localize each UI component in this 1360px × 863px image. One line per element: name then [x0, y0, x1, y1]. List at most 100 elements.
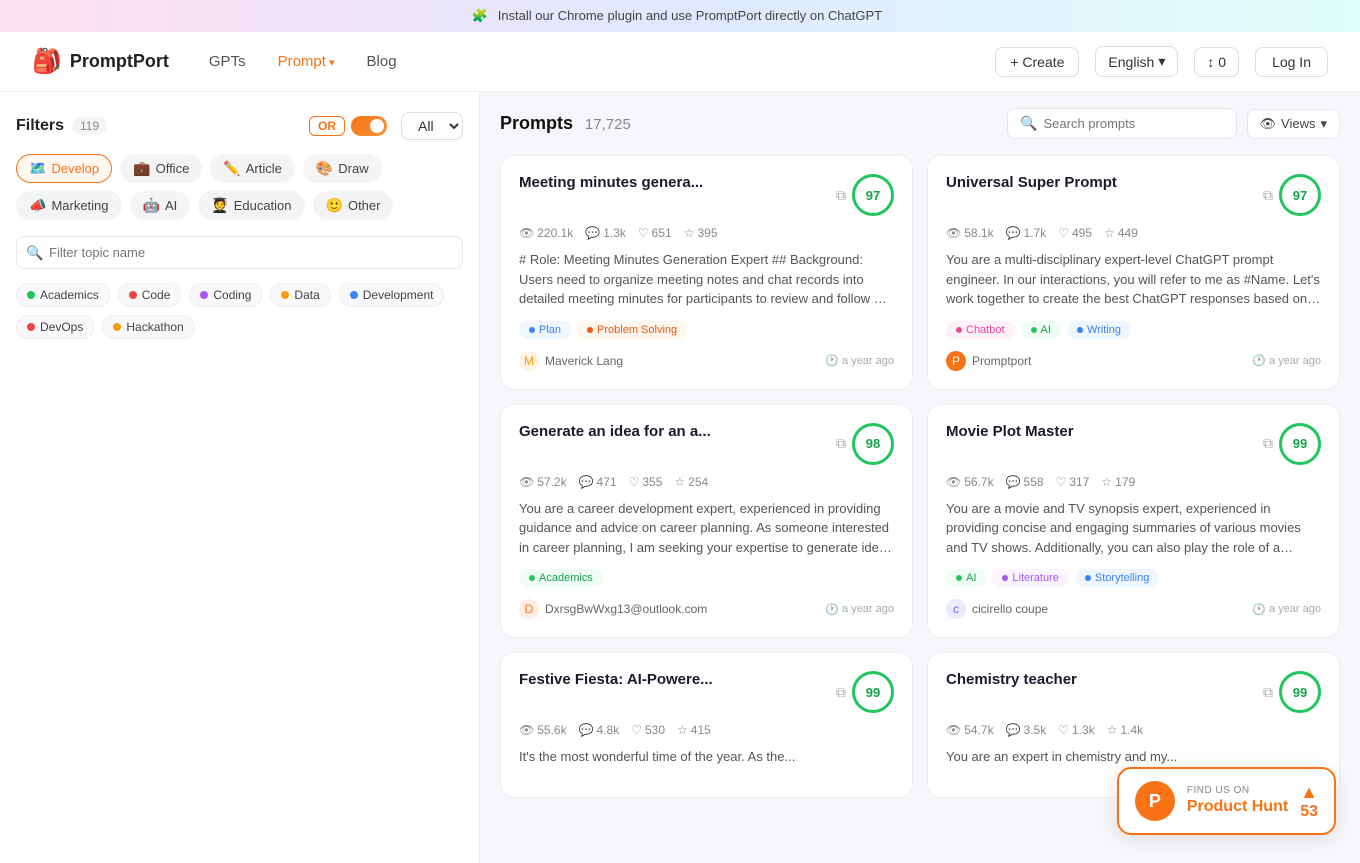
- ph-name: Product Hunt: [1187, 797, 1288, 818]
- or-toggle-switch[interactable]: [351, 116, 387, 136]
- card-tag-problem-solving[interactable]: Problem Solving: [577, 321, 687, 339]
- score-badge-2: 97: [1279, 174, 1321, 216]
- card-tag-ai[interactable]: AI: [1021, 321, 1061, 339]
- views-arrow-icon: ▾: [1320, 116, 1327, 132]
- topic-filter-input[interactable]: [16, 236, 463, 269]
- views-stat-1: 👁220.1k: [519, 226, 573, 240]
- topic-tag-data[interactable]: Data: [270, 283, 330, 307]
- card-tags-4: AI Literature Storytelling: [946, 569, 1321, 587]
- stars-stat-2: ☆449: [1104, 226, 1138, 240]
- topic-tag-code[interactable]: Code: [118, 283, 182, 307]
- copy-icon-2[interactable]: ⧉: [1263, 187, 1273, 204]
- filter-search-icon: 🔍: [26, 244, 43, 261]
- card-body-3: You are a career development expert, exp…: [519, 499, 894, 558]
- coding-dot: [200, 291, 208, 299]
- topic-tag-hackathon[interactable]: Hackathon: [102, 315, 194, 339]
- login-button[interactable]: Log In: [1255, 47, 1328, 77]
- author-avatar-1: M: [519, 351, 539, 371]
- score-badge-3: 98: [852, 423, 894, 465]
- comments-stat-5: 💬4.8k: [579, 723, 620, 737]
- card-title-6: Chemistry teacher: [946, 671, 1263, 688]
- score-badge-5: 99: [852, 671, 894, 713]
- card-top-4: Movie Plot Master ⧉ 99: [946, 423, 1321, 465]
- card-icons-1: ⧉ 97: [836, 174, 894, 216]
- topic-tag-devops[interactable]: DevOps: [16, 315, 94, 339]
- card-body-6: You are an expert in chemistry and my...: [946, 747, 1321, 767]
- search-icon: 🔍: [1020, 115, 1037, 132]
- copy-icon-5[interactable]: ⧉: [836, 684, 846, 701]
- topic-filter: 🔍: [16, 236, 463, 269]
- views-button[interactable]: 👁 Views ▾: [1247, 109, 1341, 139]
- card-time-2: 🕐 a year ago: [1252, 354, 1321, 367]
- data-dot: [281, 291, 289, 299]
- category-pill-develop[interactable]: 🗺️ Develop: [16, 154, 112, 183]
- prompt-card-5[interactable]: Festive Fiesta: AI-Powere... ⧉ 99 👁55.6k…: [500, 652, 913, 798]
- category-pill-article[interactable]: ✏️ Article: [210, 154, 295, 183]
- comments-stat-6: 💬3.5k: [1006, 723, 1047, 737]
- card-tag-storytelling[interactable]: Storytelling: [1075, 569, 1159, 587]
- topic-tag-development[interactable]: Development: [339, 283, 445, 307]
- logo-icon: 🎒: [32, 47, 62, 76]
- language-selector[interactable]: English ▾: [1095, 46, 1178, 77]
- likes-stat-6: ♡1.3k: [1058, 723, 1094, 737]
- copy-icon-1[interactable]: ⧉: [836, 187, 846, 204]
- card-icons-3: ⧉ 98: [836, 423, 894, 465]
- card-top-5: Festive Fiesta: AI-Powere... ⧉ 99: [519, 671, 894, 713]
- all-select[interactable]: All: [401, 112, 463, 140]
- card-tag-chatbot[interactable]: Chatbot: [946, 321, 1015, 339]
- card-tag-writing[interactable]: Writing: [1067, 321, 1131, 339]
- card-author-2: P Promptport: [946, 351, 1031, 371]
- copy-icon-4[interactable]: ⧉: [1263, 435, 1273, 452]
- card-stats-5: 👁55.6k 💬4.8k ♡530 ☆415: [519, 723, 894, 737]
- card-tag-literature[interactable]: Literature: [992, 569, 1068, 587]
- search-views: 🔍 👁 Views ▾: [1007, 108, 1340, 139]
- nav-prompt[interactable]: Prompt: [278, 49, 335, 74]
- filters-header: Filters 119 OR All: [16, 112, 463, 140]
- category-pills: 🗺️ Develop 💼 Office ✏️ Article 🎨 Draw 📣 …: [16, 154, 463, 220]
- copy-icon-6[interactable]: ⧉: [1263, 684, 1273, 701]
- topic-tag-coding[interactable]: Coding: [189, 283, 262, 307]
- top-banner: 🧩 Install our Chrome plugin and use Prom…: [0, 0, 1360, 32]
- prompt-card-1[interactable]: Meeting minutes genera... ⧉ 97 👁220.1k 💬…: [500, 155, 913, 390]
- ph-score-value: 53: [1300, 803, 1318, 821]
- card-time-1: 🕐 a year ago: [825, 354, 894, 367]
- ph-score: ▲ 53: [1300, 782, 1318, 821]
- category-pill-draw[interactable]: 🎨 Draw: [303, 154, 382, 183]
- content-area: Prompts 17,725 🔍 👁 Views ▾ Meeti: [480, 92, 1360, 863]
- score-badge-4: 99: [1279, 423, 1321, 465]
- nav-blog[interactable]: Blog: [367, 49, 397, 74]
- stars-stat-1: ☆395: [684, 226, 718, 240]
- card-title-3: Generate an idea for an a...: [519, 423, 836, 440]
- card-tag-plan[interactable]: Plan: [519, 321, 571, 339]
- search-input[interactable]: [1044, 116, 1224, 131]
- logo[interactable]: 🎒 PromptPort: [32, 47, 169, 76]
- card-tags-3: Academics: [519, 569, 894, 587]
- likes-stat-3: ♡355: [629, 475, 663, 489]
- card-stats-1: 👁220.1k 💬1.3k ♡651 ☆395: [519, 226, 894, 240]
- category-pill-other[interactable]: 🙂 Other: [313, 191, 394, 220]
- prompt-card-4[interactable]: Movie Plot Master ⧉ 99 👁56.7k 💬558 ♡317 …: [927, 404, 1340, 639]
- category-pill-ai[interactable]: 🤖 AI: [130, 191, 191, 220]
- copy-icon-3[interactable]: ⧉: [836, 435, 846, 452]
- prompt-card-2[interactable]: Universal Super Prompt ⧉ 97 👁58.1k 💬1.7k…: [927, 155, 1340, 390]
- category-pill-marketing[interactable]: 📣 Marketing: [16, 191, 122, 220]
- card-footer-1: M Maverick Lang 🕐 a year ago: [519, 351, 894, 371]
- notifications-button[interactable]: ↕ 0: [1194, 47, 1239, 77]
- category-pill-education[interactable]: 🧑‍🎓 Education: [198, 191, 304, 220]
- product-hunt-banner[interactable]: P FIND US ON Product Hunt ▲ 53: [1117, 767, 1336, 835]
- card-body-5: It's the most wonderful time of the year…: [519, 747, 894, 767]
- topic-tag-academics[interactable]: Academics: [16, 283, 110, 307]
- card-stats-3: 👁57.2k 💬471 ♡355 ☆254: [519, 475, 894, 489]
- card-tags-1: Plan Problem Solving: [519, 321, 894, 339]
- search-box: 🔍: [1007, 108, 1236, 139]
- topic-tags: Academics Code Coding Data Development D…: [16, 283, 463, 339]
- banner-icon: 🧩: [472, 8, 488, 23]
- category-pill-office[interactable]: 💼 Office: [120, 154, 202, 183]
- prompt-card-3[interactable]: Generate an idea for an a... ⧉ 98 👁57.2k…: [500, 404, 913, 639]
- create-button[interactable]: + Create: [995, 47, 1079, 77]
- card-tag-academics-3[interactable]: Academics: [519, 569, 603, 587]
- card-icons-6: ⧉ 99: [1263, 671, 1321, 713]
- nav-gpts[interactable]: GPTs: [209, 49, 246, 74]
- ph-find-label: FIND US ON: [1187, 784, 1288, 797]
- card-tag-ai-4[interactable]: AI: [946, 569, 986, 587]
